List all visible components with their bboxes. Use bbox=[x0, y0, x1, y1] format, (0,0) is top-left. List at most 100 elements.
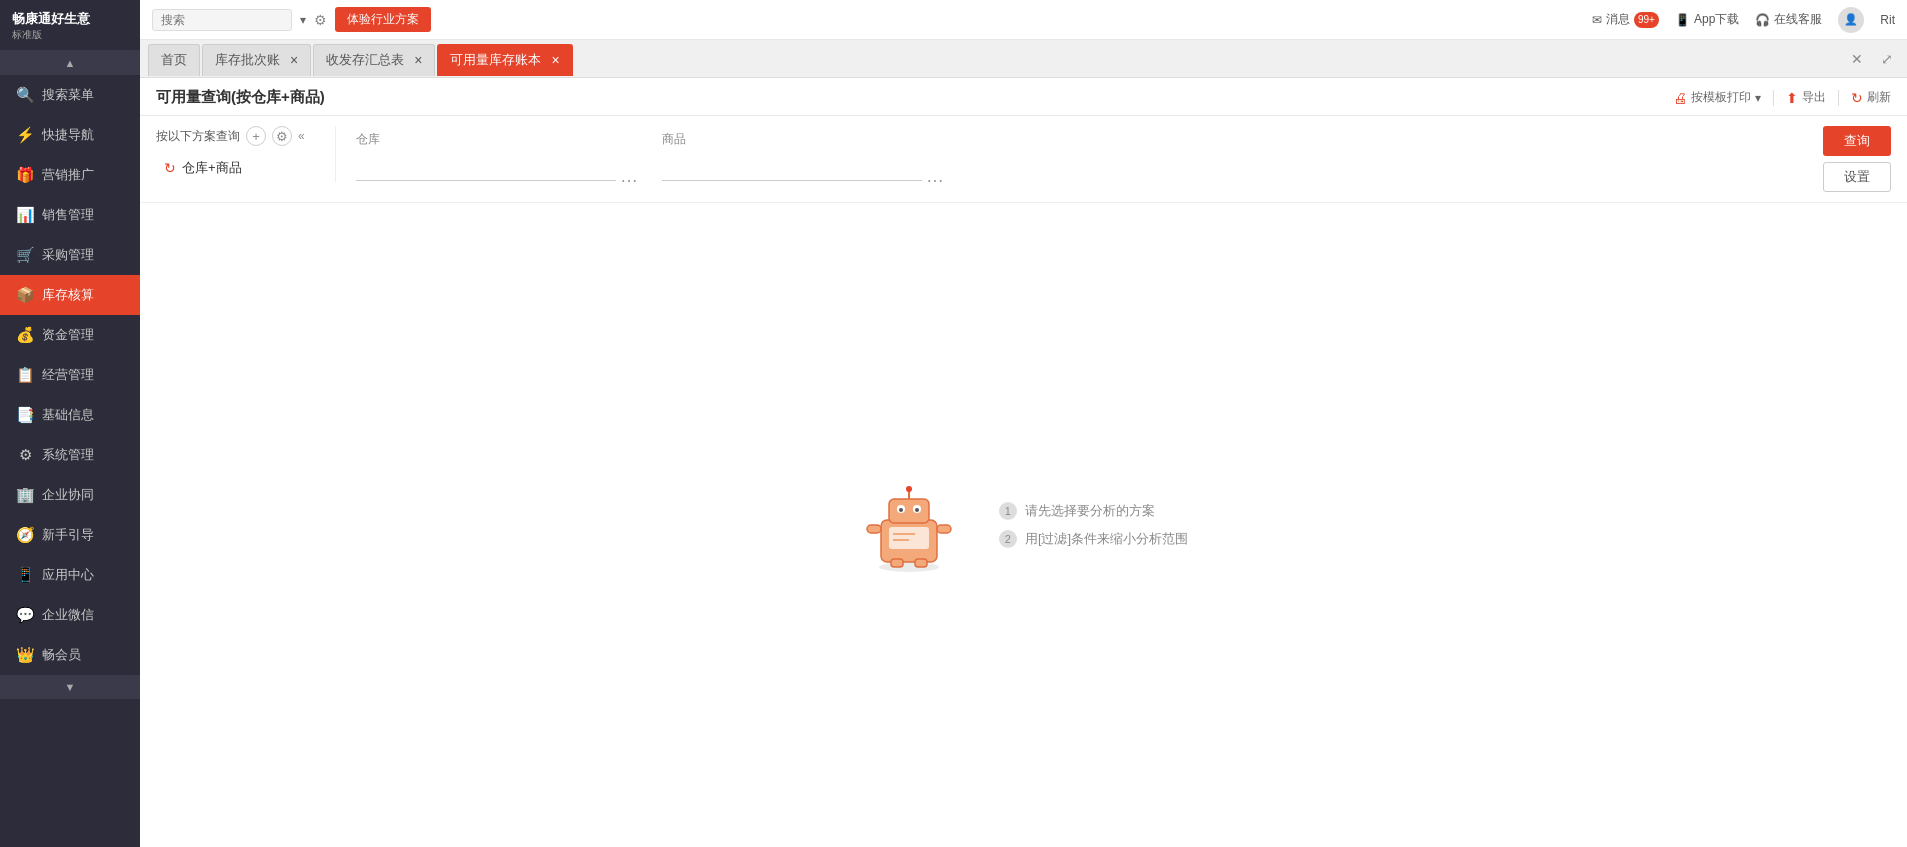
tab-available-qty[interactable]: 可用量库存账本× bbox=[437, 44, 572, 76]
refresh-btn[interactable]: ↻ 刷新 bbox=[1851, 89, 1891, 106]
tip-num-1: 1 bbox=[999, 502, 1017, 520]
warehouse-label: 仓库 bbox=[356, 131, 638, 148]
sidebar-item-app-center[interactable]: 📱应用中心 bbox=[0, 555, 140, 595]
online-service-label: 在线客服 bbox=[1774, 11, 1822, 28]
sidebar-label-wechat: 企业微信 bbox=[42, 606, 94, 624]
close-all-btn[interactable]: ✕ bbox=[1845, 47, 1869, 71]
sidebar-icon-enterprise: 🏢 bbox=[16, 486, 34, 504]
sidebar-icon-finance: 💰 bbox=[16, 326, 34, 344]
tab-label-home: 首页 bbox=[161, 51, 187, 69]
tabs-bar: 首页库存批次账×收发存汇总表×可用量库存账本× ✕ ⤢ bbox=[140, 40, 1907, 78]
svg-point-9 bbox=[899, 508, 903, 512]
sidebar-item-operations[interactable]: 📋经营管理 bbox=[0, 355, 140, 395]
sidebar-item-onboarding[interactable]: 🧭新手引导 bbox=[0, 515, 140, 555]
sidebar-item-shortcut[interactable]: ⚡快捷导航 bbox=[0, 115, 140, 155]
export-btn[interactable]: ⬆ 导出 bbox=[1786, 89, 1826, 106]
expand-btn[interactable]: ⤢ bbox=[1875, 47, 1899, 71]
add-scheme-btn[interactable]: + bbox=[246, 126, 266, 146]
svg-rect-13 bbox=[867, 525, 881, 533]
tip-text-2: 用[过滤]条件来缩小分析范围 bbox=[1025, 530, 1188, 548]
main-area: ▾ ⚙ 体验行业方案 ✉ 消息 99+ 📱 App下载 🎧 在线客服 👤 Rit bbox=[140, 0, 1907, 847]
messages-badge: 99+ bbox=[1634, 12, 1659, 28]
avatar: 👤 bbox=[1838, 7, 1864, 33]
sidebar-item-basic[interactable]: 📑基础信息 bbox=[0, 395, 140, 435]
topbar: ▾ ⚙ 体验行业方案 ✉ 消息 99+ 📱 App下载 🎧 在线客服 👤 Rit bbox=[140, 0, 1907, 40]
online-service-btn[interactable]: 🎧 在线客服 bbox=[1755, 11, 1822, 28]
dropdown-icon: ▾ bbox=[300, 13, 306, 27]
sidebar-item-sales[interactable]: 📊 销售管理 bbox=[0, 195, 140, 235]
tab-collect-ledger[interactable]: 收发存汇总表× bbox=[313, 44, 435, 76]
sidebar-label-app-center: 应用中心 bbox=[42, 566, 94, 584]
messages-btn[interactable]: ✉ 消息 99+ bbox=[1592, 11, 1659, 28]
sidebar-label-enterprise: 企业协同 bbox=[42, 486, 94, 504]
page-title: 可用量查询(按仓库+商品) bbox=[156, 88, 325, 107]
sidebar-item-marketing[interactable]: 🎁营销推广 bbox=[0, 155, 140, 195]
svg-point-12 bbox=[906, 486, 912, 492]
gear-icon[interactable]: ⚙ bbox=[314, 12, 327, 28]
filter-area: 按以下方案查询 + ⚙ « ↻ 仓库+商品 仓库 … bbox=[140, 116, 1907, 203]
sidebar-icon-operations: 📋 bbox=[16, 366, 34, 384]
scheme-item-warehouse-product[interactable]: ↻ 仓库+商品 bbox=[156, 154, 323, 182]
sidebar-item-purchase[interactable]: 🛒采购管理 bbox=[0, 235, 140, 275]
warehouse-more-btn[interactable]: … bbox=[620, 166, 638, 187]
sidebar-icon-sales: 📊 bbox=[16, 206, 34, 224]
empty-tip-2: 2 用[过滤]条件来缩小分析范围 bbox=[999, 530, 1188, 548]
sidebar-label-system: 系统管理 bbox=[42, 446, 94, 464]
sidebar-item-finance[interactable]: 💰资金管理 bbox=[0, 315, 140, 355]
query-btn[interactable]: 查询 bbox=[1823, 126, 1891, 156]
sidebar-label-sales: 销售管理 bbox=[42, 206, 94, 224]
sidebar-label-purchase: 采购管理 bbox=[42, 246, 94, 264]
sidebar-scroll-up[interactable]: ▲ bbox=[0, 51, 140, 75]
industry-btn[interactable]: 体验行业方案 bbox=[335, 7, 431, 32]
tab-batch-ledger[interactable]: 库存批次账× bbox=[202, 44, 311, 76]
sidebar-label-onboarding: 新手引导 bbox=[42, 526, 94, 544]
empty-robot-illustration bbox=[859, 475, 959, 575]
print-label: 按模板打印 bbox=[1691, 89, 1751, 106]
tab-close-batch-ledger[interactable]: × bbox=[290, 53, 298, 67]
tab-close-collect-ledger[interactable]: × bbox=[414, 53, 422, 67]
app-download-label: App下载 bbox=[1694, 11, 1739, 28]
print-btn[interactable]: 🖨 按模板打印 ▾ bbox=[1673, 89, 1761, 106]
tip-text-1: 请先选择要分析的方案 bbox=[1025, 502, 1155, 520]
collapse-btn[interactable]: « bbox=[298, 129, 305, 143]
filter-actions: 查询 设置 bbox=[1807, 126, 1891, 192]
refresh-icon: ↻ bbox=[1851, 90, 1863, 106]
dropdown-btn[interactable]: ▾ bbox=[300, 13, 306, 27]
svg-rect-3 bbox=[889, 527, 929, 549]
phone-icon: 📱 bbox=[1675, 13, 1690, 27]
empty-state: 1 请先选择要分析的方案 2 用[过滤]条件来缩小分析范围 bbox=[140, 203, 1907, 847]
scheme-settings-btn[interactable]: ⚙ bbox=[272, 126, 292, 146]
page-header: 可用量查询(按仓库+商品) 🖨 按模板打印 ▾ ⬆ 导出 ↻ 刷新 bbox=[140, 78, 1907, 116]
sidebar-item-inventory[interactable]: 📦库存核算 bbox=[0, 275, 140, 315]
sidebar-icon-inventory: 📦 bbox=[16, 286, 34, 304]
tab-home[interactable]: 首页 bbox=[148, 44, 200, 76]
username[interactable]: Rit bbox=[1880, 13, 1895, 27]
tabs-bar-right: ✕ ⤢ bbox=[1845, 47, 1899, 71]
sidebar-item-member[interactable]: 👑 畅会员 bbox=[0, 635, 140, 675]
scheme-refresh-icon: ↻ bbox=[164, 160, 176, 176]
sidebar-item-search[interactable]: 🔍搜索菜单 bbox=[0, 75, 140, 115]
warehouse-input[interactable] bbox=[356, 159, 616, 181]
filter-left-header: 按以下方案查询 + ⚙ « bbox=[156, 126, 323, 146]
sidebar-item-wechat[interactable]: 💬企业微信 bbox=[0, 595, 140, 635]
sidebar-icon-member: 👑 bbox=[16, 646, 34, 664]
app-download-btn[interactable]: 📱 App下载 bbox=[1675, 11, 1739, 28]
message-icon: ✉ bbox=[1592, 13, 1602, 27]
sidebar-item-enterprise[interactable]: 🏢 企业协同 bbox=[0, 475, 140, 515]
settings-btn[interactable]: 设置 bbox=[1823, 162, 1891, 192]
tab-close-available-qty[interactable]: × bbox=[551, 53, 559, 67]
empty-tips: 1 请先选择要分析的方案 2 用[过滤]条件来缩小分析范围 bbox=[999, 502, 1188, 548]
page-header-actions: 🖨 按模板打印 ▾ ⬆ 导出 ↻ 刷新 bbox=[1673, 89, 1891, 106]
product-more-btn[interactable]: … bbox=[926, 166, 944, 187]
topbar-right: ✉ 消息 99+ 📱 App下载 🎧 在线客服 👤 Rit bbox=[1592, 7, 1895, 33]
search-input[interactable] bbox=[152, 9, 292, 31]
print-icon: 🖨 bbox=[1673, 90, 1687, 106]
sidebar-logo: 畅康通好生意 标准版 bbox=[0, 0, 140, 51]
sidebar-item-system[interactable]: ⚙系统管理 bbox=[0, 435, 140, 475]
filter-right: 仓库 … 商品 … 查询 设置 bbox=[336, 126, 1891, 192]
refresh-label: 刷新 bbox=[1867, 89, 1891, 106]
svg-point-10 bbox=[915, 508, 919, 512]
sidebar-label-member: 畅会员 bbox=[42, 646, 81, 664]
product-input[interactable] bbox=[662, 159, 922, 181]
sidebar-scroll-down[interactable]: ▼ bbox=[0, 675, 140, 699]
